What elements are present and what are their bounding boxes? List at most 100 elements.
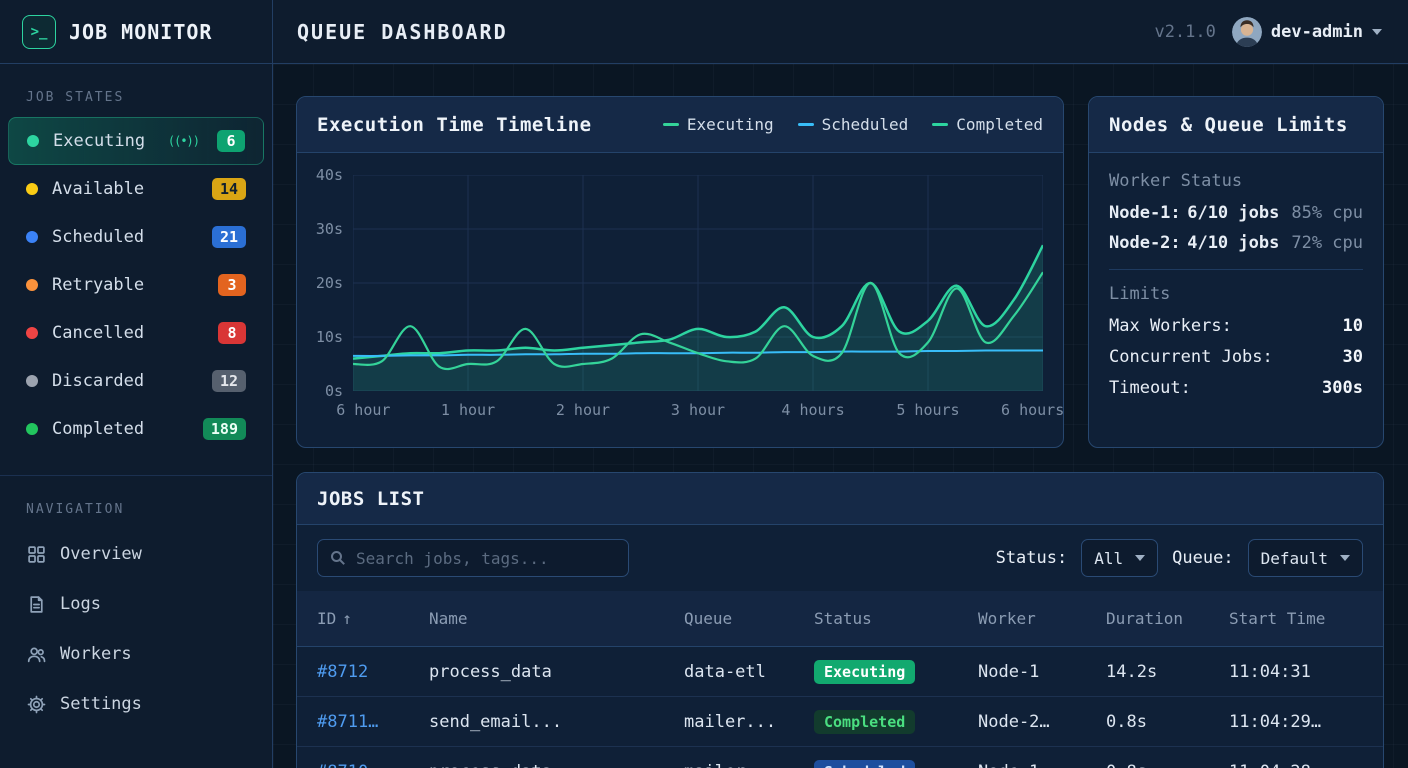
job-status: Scheduled [794,759,958,768]
jobs-list-card: JOBS LIST Status: All Queue: Default [296,472,1384,768]
queue-filter-label: Queue: [1172,548,1234,568]
legend-label: Completed [956,115,1043,134]
user-menu[interactable]: dev-admin [1231,16,1382,47]
state-label: Available [52,179,145,199]
chart-body: 40s 30s 20s 10s 0s 6 hour 1 hour 2 hour … [297,153,1063,431]
limit-label: Timeout: [1109,378,1191,398]
job-id-link[interactable]: #8712 [297,662,409,682]
limit-label: Max Workers: [1109,316,1232,336]
legend-dash-icon [932,123,949,126]
nodes-limits-card: Nodes & Queue Limits Worker Status Node-… [1088,96,1384,448]
col-header-queue[interactable]: Queue [664,609,794,628]
filters: Status: All Queue: Default [996,539,1363,577]
discarded-dot [26,375,38,387]
job-start-time: 11:04:31 [1229,661,1311,682]
sidebar-item-logs[interactable]: Logs [8,579,264,629]
jobs-controls: Status: All Queue: Default [297,525,1383,591]
username-label: dev-admin [1270,21,1363,42]
sidebar-item-workers[interactable]: Workers [8,629,264,679]
users-icon [26,644,46,664]
sidebar-item-available[interactable]: Available 14 [8,165,264,213]
jobs-table: ID ↑ Name Queue Status Worker Duration St… [297,591,1383,768]
status-filter-select[interactable]: All [1081,539,1159,577]
job-id-link[interactable]: #8711… [297,712,409,732]
chevron-down-icon [1135,555,1146,561]
search-input[interactable] [356,548,616,568]
col-header-name[interactable]: Name [409,609,664,628]
y-tick: 20s [315,274,343,292]
avatar [1231,16,1262,47]
sidebar-item-discarded[interactable]: Discarded 12 [8,357,264,405]
nodes-divider [1109,269,1363,270]
sidebar-divider [0,475,272,476]
timeline-plot [353,175,1043,391]
topbar-right: v2.1.0 dev-admin [1154,16,1408,47]
sidebar-item-completed[interactable]: Completed 189 [8,405,264,453]
nav-label: Workers [60,644,132,664]
job-duration: 0.8s [1106,711,1147,732]
limit-label: Concurrent Jobs: [1109,347,1273,367]
col-header-id[interactable]: ID ↑ [297,609,409,628]
chevron-down-icon [1372,28,1382,35]
limit-value: 300s [1322,378,1363,398]
search-box[interactable] [317,539,629,577]
sidebar-item-scheduled[interactable]: Scheduled 21 [8,213,264,261]
legend-completed: Completed [932,115,1043,134]
queue-filter-value: Default [1260,548,1328,568]
col-header-worker[interactable]: Worker [958,609,1086,628]
y-axis: 40s 30s 20s 10s 0s [301,166,353,400]
y-tick: 0s [324,382,343,400]
x-tick: 6 hours [1001,401,1064,419]
col-header-status[interactable]: Status [794,609,958,628]
x-tick: 3 hour [670,401,726,419]
status-badge: Scheduled [814,759,916,768]
logo-glyph: >_ [30,23,48,40]
status-filter-label: Status: [995,548,1068,568]
table-row[interactable]: #8711… send_email... mailer... Completed… [297,697,1383,747]
sidebar-item-executing[interactable]: Executing ((•)) 6 [8,117,264,165]
job-worker: Node-1 [978,661,1040,682]
state-label: Completed [52,419,145,439]
retryable-dot [26,279,38,291]
sidebar-item-overview[interactable]: Overview [8,529,264,579]
jobs-card-title: JOBS LIST [317,487,425,510]
jobs-card-header: JOBS LIST [297,473,1383,525]
job-queue: mailer [664,762,794,768]
col-header-duration[interactable]: Duration [1086,609,1209,628]
node-name: Node-1: [1109,203,1181,223]
brand-area: >_ JOB MONITOR [0,0,273,63]
x-tick: 1 hour [440,401,496,419]
state-label: Cancelled [52,323,145,343]
sidebar-item-settings[interactable]: Settings [8,679,264,729]
version-label: v2.1.0 [1154,21,1216,42]
table-row[interactable]: #8710… process_data mailer Scheduled Nod… [297,747,1383,768]
job-name: process_data [409,762,664,768]
top-bar: >_ JOB MONITOR QUEUE DASHBOARD v2.1.0 de… [0,0,1408,64]
queue-filter-select[interactable]: Default [1247,539,1363,577]
sidebar-item-retryable[interactable]: Retryable 3 [8,261,264,309]
job-status: Executing [794,659,958,684]
col-header-start-time[interactable]: Start Time [1209,609,1383,628]
x-axis: 6 hour 1 hour 2 hour 3 hour 4 hours 5 ho… [336,401,1063,431]
job-id-link[interactable]: #8710… [297,762,409,768]
x-tick: 2 hour [555,401,611,419]
nodes-card-title: Nodes & Queue Limits [1109,113,1348,136]
legend-scheduled: Scheduled [797,115,908,134]
scheduled-dot [26,231,38,243]
legend-label: Executing [686,115,774,134]
count-badge: 14 [211,178,246,200]
nav-label: Logs [60,594,101,614]
sidebar-item-cancelled[interactable]: Cancelled 8 [8,309,264,357]
status-filter-value: All [1094,548,1124,568]
count-badge: 6 [217,130,245,152]
nodes-card-header: Nodes & Queue Limits [1089,97,1383,153]
table-row[interactable]: #8712 process_data data-etl Executing No… [297,647,1383,697]
y-tick: 30s [315,220,343,238]
app-title: JOB MONITOR [69,19,213,44]
state-label: Scheduled [52,227,145,247]
grid-icon [26,544,46,564]
node-jobs: 4/10 jobs [1187,233,1280,253]
y-tick: 40s [315,166,343,184]
count-badge: 8 [218,322,246,344]
navigation-section-label: NAVIGATION [26,502,125,517]
